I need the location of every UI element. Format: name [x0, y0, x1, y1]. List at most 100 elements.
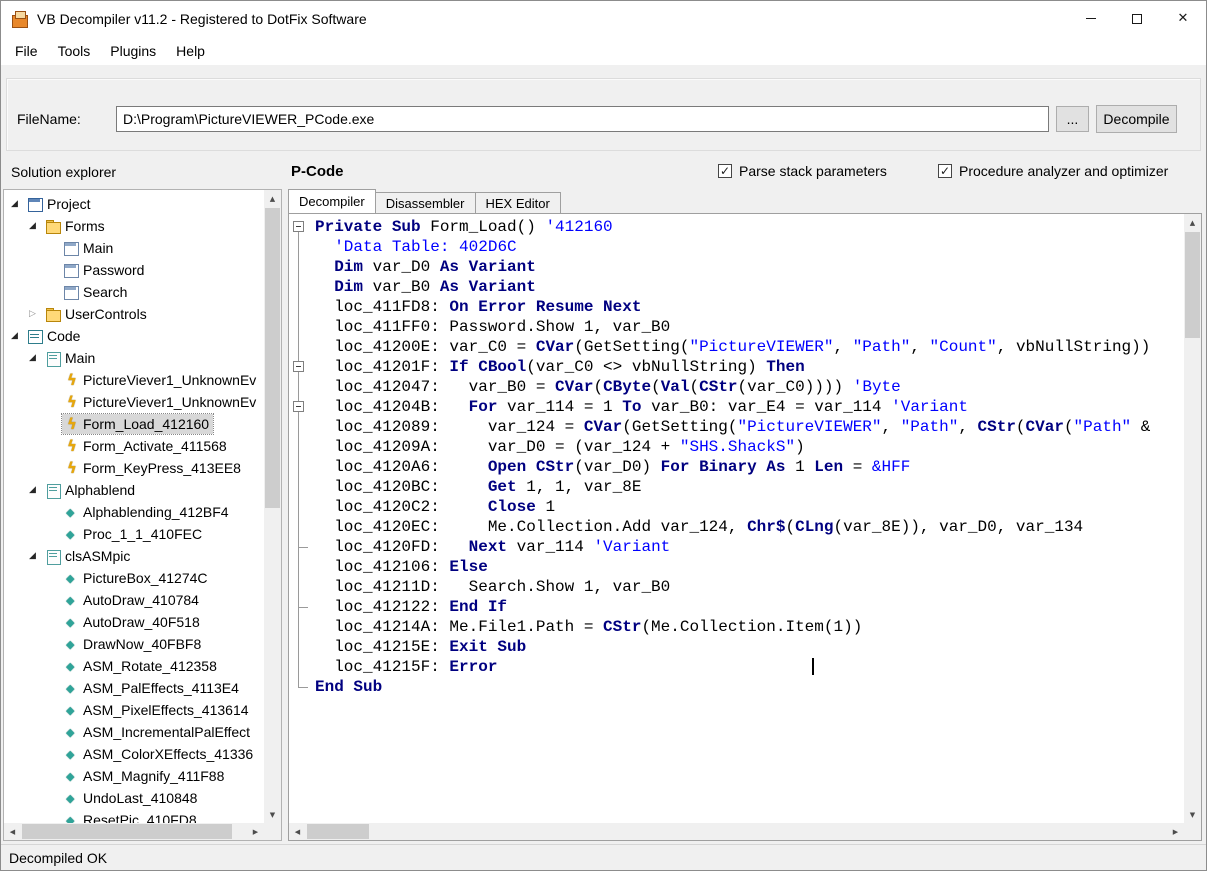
scrollbar-thumb[interactable]	[22, 824, 232, 839]
tree-item-asm_paleffects_4113e4[interactable]: ◆ASM_PalEffects_4113E4	[4, 677, 264, 699]
tree-item-label: Code	[47, 328, 80, 344]
tree-item-alphablending_412bf4[interactable]: ◆Alphablending_412BF4	[4, 501, 264, 523]
tree-item-project[interactable]: ◢Project	[4, 193, 264, 215]
tree-item-proc_1_1_410fec[interactable]: ◆Proc_1_1_410FEC	[4, 523, 264, 545]
tree-item-main[interactable]: Main	[4, 237, 264, 259]
proc-icon: ◆	[63, 703, 79, 718]
code-text: loc_412122: End If	[315, 597, 507, 617]
code-editor-panel[interactable]: Private Sub Form_Load() '412160 'Data Ta…	[288, 213, 1202, 841]
checkbox-checked-icon[interactable]: ✓	[718, 164, 732, 178]
fold-collapse-icon[interactable]	[293, 361, 304, 372]
scroll-left-icon[interactable]: ◀	[4, 823, 21, 840]
code-line: Dim var_D0 As Variant	[289, 257, 1184, 277]
tree-item-undolast_410848[interactable]: ◆UndoLast_410848	[4, 787, 264, 809]
collapse-arrow-icon[interactable]: ◢	[10, 331, 26, 341]
browse-button[interactable]: ...	[1056, 106, 1089, 132]
collapse-arrow-icon[interactable]: ◢	[28, 353, 44, 363]
proc-icon: ◆	[63, 505, 79, 520]
code-text: loc_4120BC: Get 1, 1, var_8E	[315, 477, 641, 497]
checkbox-checked-icon[interactable]: ✓	[938, 164, 952, 178]
code-text: loc_4120A6: Open CStr(var_D0) For Binary…	[315, 457, 910, 477]
scroll-up-icon[interactable]: ▲	[264, 190, 281, 207]
fold-margin	[289, 417, 315, 437]
tree-item-forms[interactable]: ◢Forms	[4, 215, 264, 237]
code-line: loc_412106: Else	[289, 557, 1184, 577]
menu-file[interactable]: File	[5, 39, 48, 63]
procedure-analyzer-checkbox[interactable]: ✓ Procedure analyzer and optimizer	[938, 163, 1168, 179]
tree-item-pictureviever1_unknownev[interactable]: ϟPictureViever1_UnknownEv	[4, 391, 264, 413]
fold-collapse-icon[interactable]	[293, 401, 304, 412]
tree-item-label: PictureViever1_UnknownEv	[83, 372, 256, 388]
code-lines[interactable]: Private Sub Form_Load() '412160 'Data Ta…	[289, 214, 1184, 823]
tree-item-usercontrols[interactable]: ▷UserControls	[4, 303, 264, 325]
decompile-button[interactable]: Decompile	[1096, 105, 1177, 133]
tree-item-password[interactable]: Password	[4, 259, 264, 281]
minimize-button[interactable]	[1068, 1, 1114, 36]
tree-item-asm_colorxeffects_41336[interactable]: ◆ASM_ColorXEffects_41336	[4, 743, 264, 765]
tree-item-clsasmpic[interactable]: ◢ clsASMpic	[4, 545, 264, 567]
scrollbar-thumb[interactable]	[1185, 232, 1200, 338]
scroll-down-icon[interactable]: ▼	[264, 806, 281, 823]
maximize-icon	[1132, 14, 1142, 24]
filename-input[interactable]	[116, 106, 1049, 132]
tab-disassembler[interactable]: Disassembler	[375, 192, 476, 213]
module-icon	[45, 549, 61, 564]
tree-item-drawnow_40fbf8[interactable]: ◆DrawNow_40FBF8	[4, 633, 264, 655]
tree-item-autodraw_40f518[interactable]: ◆AutoDraw_40F518	[4, 611, 264, 633]
tab-hex-editor[interactable]: HEX Editor	[475, 192, 561, 213]
scrollbar-thumb[interactable]	[307, 824, 369, 839]
expand-arrow-icon[interactable]: ▷	[28, 309, 44, 319]
collapse-arrow-icon[interactable]: ◢	[10, 199, 26, 209]
tree-item-form_keypress_413ee8[interactable]: ϟForm_KeyPress_413EE8	[4, 457, 264, 479]
scroll-right-icon[interactable]: ▶	[1167, 823, 1184, 840]
collapse-arrow-icon[interactable]: ◢	[28, 221, 44, 231]
tab-decompiler[interactable]: Decompiler	[288, 189, 376, 213]
code-line: loc_4120EC: Me.Collection.Add var_124, C…	[289, 517, 1184, 537]
code-line: loc_41215F: Error	[289, 657, 1184, 677]
scroll-down-icon[interactable]: ▼	[1184, 806, 1201, 823]
pcode-header: P-Code	[291, 163, 344, 180]
code-text: Private Sub Form_Load() '412160	[315, 217, 613, 237]
tree-vertical-scrollbar[interactable]: ▲ ▼	[264, 190, 281, 823]
tree-item-asm_incrementalpaleffect[interactable]: ◆ASM_IncrementalPalEffect	[4, 721, 264, 743]
scrollbar-thumb[interactable]	[265, 208, 280, 508]
menu-help[interactable]: Help	[166, 39, 215, 63]
parse-stack-parameters-checkbox[interactable]: ✓ Parse stack parameters	[718, 163, 887, 179]
collapse-arrow-icon[interactable]: ◢	[28, 551, 44, 561]
fold-margin	[289, 517, 315, 537]
close-button[interactable]: ✕	[1160, 1, 1206, 36]
tree-item-pictureviever1_unknownev[interactable]: ϟPictureViever1_UnknownEv	[4, 369, 264, 391]
tree-item-picturebox_41274c[interactable]: ◆PictureBox_41274C	[4, 567, 264, 589]
tree-item-asm_pixeleffects_413614[interactable]: ◆ASM_PixelEffects_413614	[4, 699, 264, 721]
tree-item-label: Password	[83, 262, 144, 278]
tree-item-alphablend[interactable]: ◢Alphablend	[4, 479, 264, 501]
tree-item-main[interactable]: ◢Main	[4, 347, 264, 369]
code-text: loc_41211D: Search.Show 1, var_B0	[315, 577, 670, 597]
code-line: Dim var_B0 As Variant	[289, 277, 1184, 297]
tree-item-asm_magnify_411f88[interactable]: ◆ASM_Magnify_411F88	[4, 765, 264, 787]
tree-item-form_activate_411568[interactable]: ϟForm_Activate_411568	[4, 435, 264, 457]
menu-tools[interactable]: Tools	[48, 39, 101, 63]
scroll-up-icon[interactable]: ▲	[1184, 214, 1201, 231]
scroll-right-icon[interactable]: ▶	[247, 823, 264, 840]
tree[interactable]: ◢Project◢FormsMain Password Search▷UserCon…	[4, 190, 264, 823]
code-line: loc_41211D: Search.Show 1, var_B0	[289, 577, 1184, 597]
collapse-arrow-icon[interactable]: ◢	[28, 485, 44, 495]
code-vertical-scrollbar[interactable]: ▲ ▼	[1184, 214, 1201, 823]
tree-item-code[interactable]: ◢ Code	[4, 325, 264, 347]
tree-item-form_load_412160[interactable]: ϟForm_Load_412160	[4, 413, 264, 435]
tree-item-asm_rotate_412358[interactable]: ◆ASM_Rotate_412358	[4, 655, 264, 677]
tree-horizontal-scrollbar[interactable]: ◀ ▶	[4, 823, 264, 840]
code-horizontal-scrollbar[interactable]: ◀ ▶	[289, 823, 1184, 840]
menu-plugins[interactable]: Plugins	[100, 39, 166, 63]
tree-item-autodraw_410784[interactable]: ◆AutoDraw_410784	[4, 589, 264, 611]
tree-item-label: clsASMpic	[65, 548, 130, 564]
tree-item-resetpic_410fd8[interactable]: ◆ResetPic_410FD8	[4, 809, 264, 823]
tree-item-search[interactable]: Search	[4, 281, 264, 303]
maximize-button[interactable]	[1114, 1, 1160, 36]
fold-margin	[289, 557, 315, 577]
code-text: loc_411FF0: Password.Show 1, var_B0	[315, 317, 670, 337]
fold-collapse-icon[interactable]	[293, 221, 304, 232]
code-line: loc_412122: End If	[289, 597, 1184, 617]
scroll-left-icon[interactable]: ◀	[289, 823, 306, 840]
